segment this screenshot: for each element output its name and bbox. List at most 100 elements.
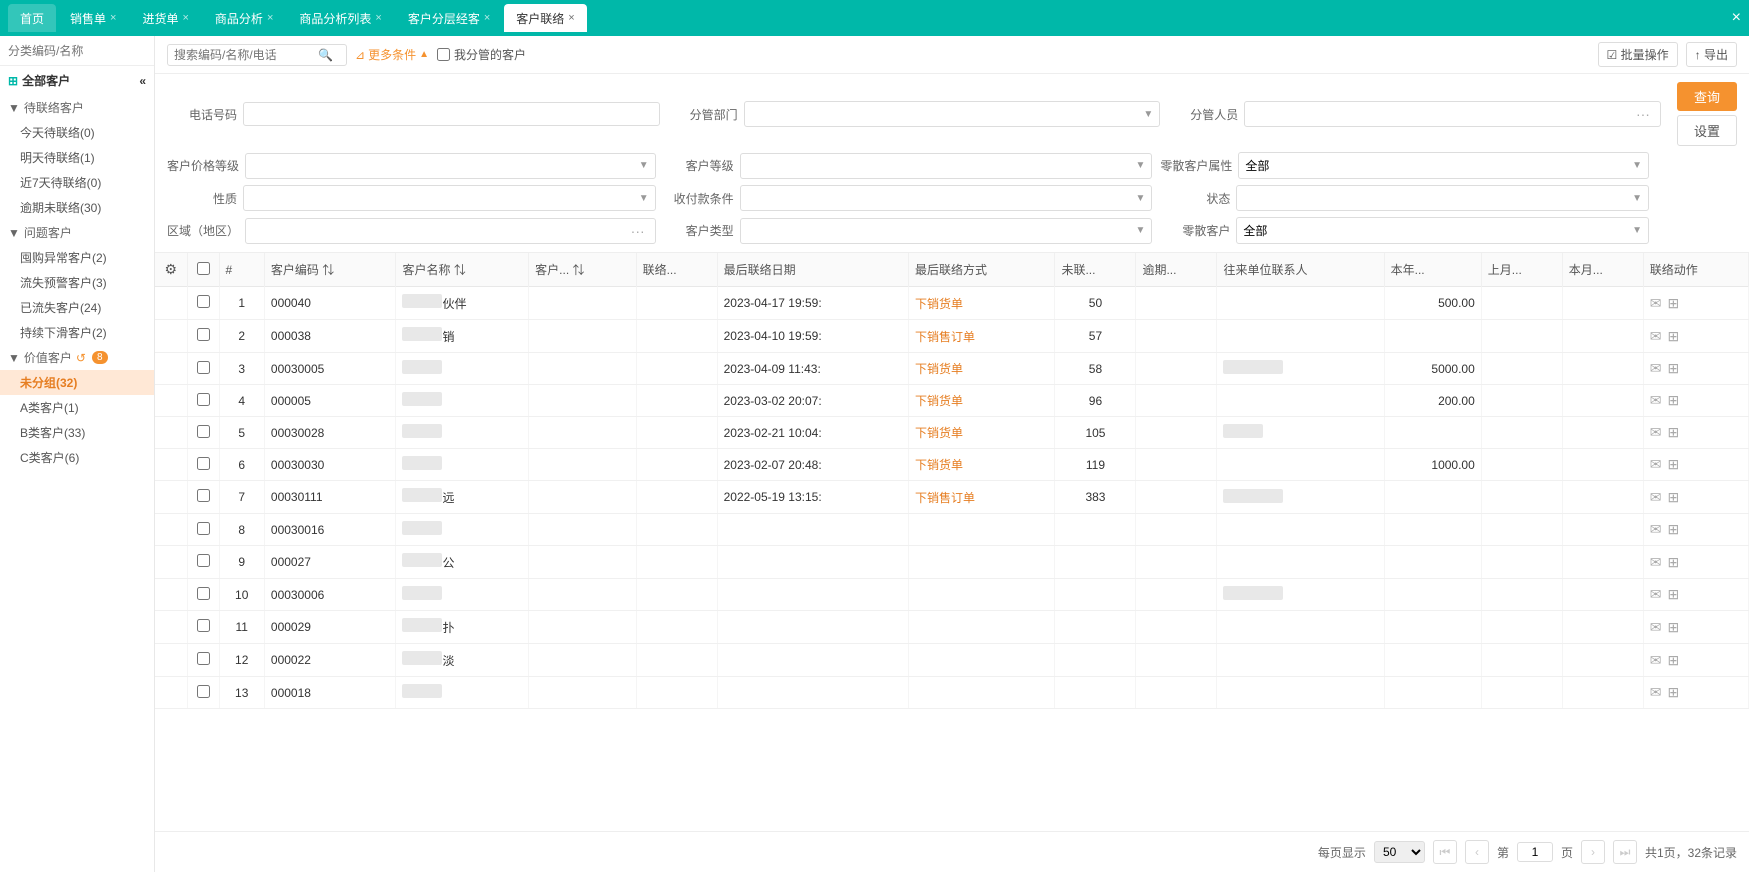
th-type[interactable]: 客户... ⇅ — [529, 253, 636, 287]
tab-customer-contact[interactable]: 客户联络 × — [504, 4, 586, 32]
chat-icon[interactable]: ✉ — [1650, 328, 1662, 345]
th-this-year[interactable]: 本年... — [1384, 253, 1481, 287]
sidebar-search-input[interactable] — [8, 44, 155, 58]
row-checkbox[interactable] — [197, 457, 210, 470]
filter-search-icon[interactable]: 🔍 — [318, 48, 333, 62]
row-checkbox[interactable] — [197, 295, 210, 308]
chat-icon[interactable]: ✉ — [1650, 652, 1662, 669]
page-input[interactable] — [1517, 842, 1553, 862]
sidebar-item-tomorrow[interactable]: 明天待联络(1) — [0, 145, 154, 170]
td-last-method[interactable]: 下销货单 — [909, 417, 1055, 449]
all-customers-header[interactable]: ⊞ 全部客户 « — [0, 66, 154, 95]
retail-customer-select[interactable]: 全部 ▼ — [1236, 217, 1649, 244]
th-this-month[interactable]: 本月... — [1562, 253, 1643, 287]
td-checkbox[interactable] — [187, 514, 219, 546]
td-checkbox[interactable] — [187, 417, 219, 449]
price-level-select[interactable]: ▼ — [245, 153, 656, 179]
chat-icon[interactable]: ✉ — [1650, 295, 1662, 312]
td-last-method[interactable] — [909, 644, 1055, 677]
dept-select[interactable]: ▼ — [744, 101, 1161, 127]
td-last-method[interactable]: 下销售订单 — [909, 320, 1055, 353]
my-customers-check[interactable] — [437, 48, 450, 61]
chat-icon[interactable]: ✉ — [1650, 554, 1662, 571]
tab-customer-contact-close[interactable]: × — [568, 12, 574, 24]
filter-search-box[interactable]: 🔍 — [167, 44, 347, 66]
tab-home[interactable]: 首页 — [8, 4, 56, 32]
th-overdue[interactable]: 逾期... — [1136, 253, 1217, 287]
tab-purchase[interactable]: 进货单 × — [130, 4, 200, 32]
row-checkbox[interactable] — [197, 652, 210, 665]
next-page-btn[interactable]: › — [1581, 840, 1605, 864]
more-icon[interactable]: ⊞ — [1668, 586, 1680, 603]
tab-analysis[interactable]: 商品分析 × — [203, 4, 285, 32]
row-checkbox[interactable] — [197, 587, 210, 600]
sidebar-item-overdue[interactable]: 逾期未联络(30) — [0, 195, 154, 220]
th-checkbox[interactable] — [187, 253, 219, 287]
region-dots[interactable]: ··· — [627, 223, 649, 239]
row-checkbox[interactable] — [197, 554, 210, 567]
row-checkbox[interactable] — [197, 619, 210, 632]
th-code[interactable]: 客户编码 ⇅ — [264, 253, 396, 287]
td-last-method[interactable] — [909, 579, 1055, 611]
chat-icon[interactable]: ✉ — [1650, 489, 1662, 506]
chat-icon[interactable]: ✉ — [1650, 360, 1662, 377]
last-page-btn[interactable]: ⏭ — [1613, 840, 1637, 864]
collapse-icon[interactable]: « — [139, 74, 146, 88]
tab-analysis-list-close[interactable]: × — [375, 12, 381, 24]
close-all-icon[interactable]: × — [1732, 9, 1741, 27]
tab-analysis-close[interactable]: × — [267, 12, 273, 24]
row-checkbox[interactable] — [197, 522, 210, 535]
batch-operation-btn[interactable]: ☑ 批量操作 — [1598, 42, 1678, 67]
th-last-date[interactable]: 最后联络日期 — [717, 253, 908, 287]
filter-search-input[interactable] — [174, 48, 314, 62]
more-icon[interactable]: ⊞ — [1668, 489, 1680, 506]
refresh-icon[interactable]: ↺ — [76, 351, 86, 365]
th-last-month[interactable]: 上月... — [1481, 253, 1562, 287]
sidebar-item-b-class[interactable]: B类客户(33) — [0, 420, 154, 445]
last-method-link[interactable]: 下销售订单 — [915, 491, 975, 505]
td-last-method[interactable] — [909, 514, 1055, 546]
td-last-method[interactable] — [909, 611, 1055, 644]
th-not-contact[interactable]: 未联... — [1055, 253, 1136, 287]
td-last-method[interactable]: 下销货单 — [909, 353, 1055, 385]
td-checkbox[interactable] — [187, 385, 219, 417]
reset-btn[interactable]: 设置 — [1677, 115, 1737, 146]
tab-customer-segment[interactable]: 客户分层经客 × — [396, 4, 502, 32]
more-icon[interactable]: ⊞ — [1668, 684, 1680, 701]
more-icon[interactable]: ⊞ — [1668, 554, 1680, 571]
last-method-link[interactable]: 下销货单 — [915, 394, 963, 408]
th-name[interactable]: 客户名称 ⇅ — [396, 253, 529, 287]
th-last-method[interactable]: 最后联络方式 — [909, 253, 1055, 287]
last-method-link[interactable]: 下销售订单 — [915, 330, 975, 344]
td-checkbox[interactable] — [187, 287, 219, 320]
more-icon[interactable]: ⊞ — [1668, 295, 1680, 312]
query-btn[interactable]: 查询 — [1677, 82, 1737, 111]
td-checkbox[interactable] — [187, 449, 219, 481]
row-checkbox[interactable] — [197, 393, 210, 406]
td-checkbox[interactable] — [187, 579, 219, 611]
td-last-method[interactable] — [909, 546, 1055, 579]
td-checkbox[interactable] — [187, 353, 219, 385]
settings-icon[interactable]: ⚙ — [164, 261, 177, 277]
sidebar-item-declining[interactable]: 持续下滑客户(2) — [0, 320, 154, 345]
select-all-checkbox[interactable] — [197, 262, 210, 275]
more-icon[interactable]: ⊞ — [1668, 392, 1680, 409]
sidebar-item-ungroup[interactable]: 未分组(32) — [0, 370, 154, 395]
chat-icon[interactable]: ✉ — [1650, 392, 1662, 409]
retail-attr-select[interactable]: 全部 ▼ — [1238, 152, 1649, 179]
status-select[interactable]: ▼ — [1236, 185, 1649, 211]
more-icon[interactable]: ⊞ — [1668, 360, 1680, 377]
td-last-method[interactable]: 下销货单 — [909, 449, 1055, 481]
my-customers-checkbox[interactable]: 我分管的客户 — [437, 46, 526, 63]
customer-level-select[interactable]: ▼ — [740, 153, 1153, 179]
td-checkbox[interactable] — [187, 320, 219, 353]
sidebar-item-today[interactable]: 今天待联络(0) — [0, 120, 154, 145]
nature-select[interactable]: ▼ — [243, 185, 656, 211]
first-page-btn[interactable]: ⏮ — [1433, 840, 1457, 864]
last-method-link[interactable]: 下销货单 — [915, 362, 963, 376]
td-last-method[interactable]: 下销货单 — [909, 385, 1055, 417]
chat-icon[interactable]: ✉ — [1650, 521, 1662, 538]
page-size-select[interactable]: 50 100 — [1374, 841, 1425, 863]
td-checkbox[interactable] — [187, 644, 219, 677]
chat-icon[interactable]: ✉ — [1650, 456, 1662, 473]
